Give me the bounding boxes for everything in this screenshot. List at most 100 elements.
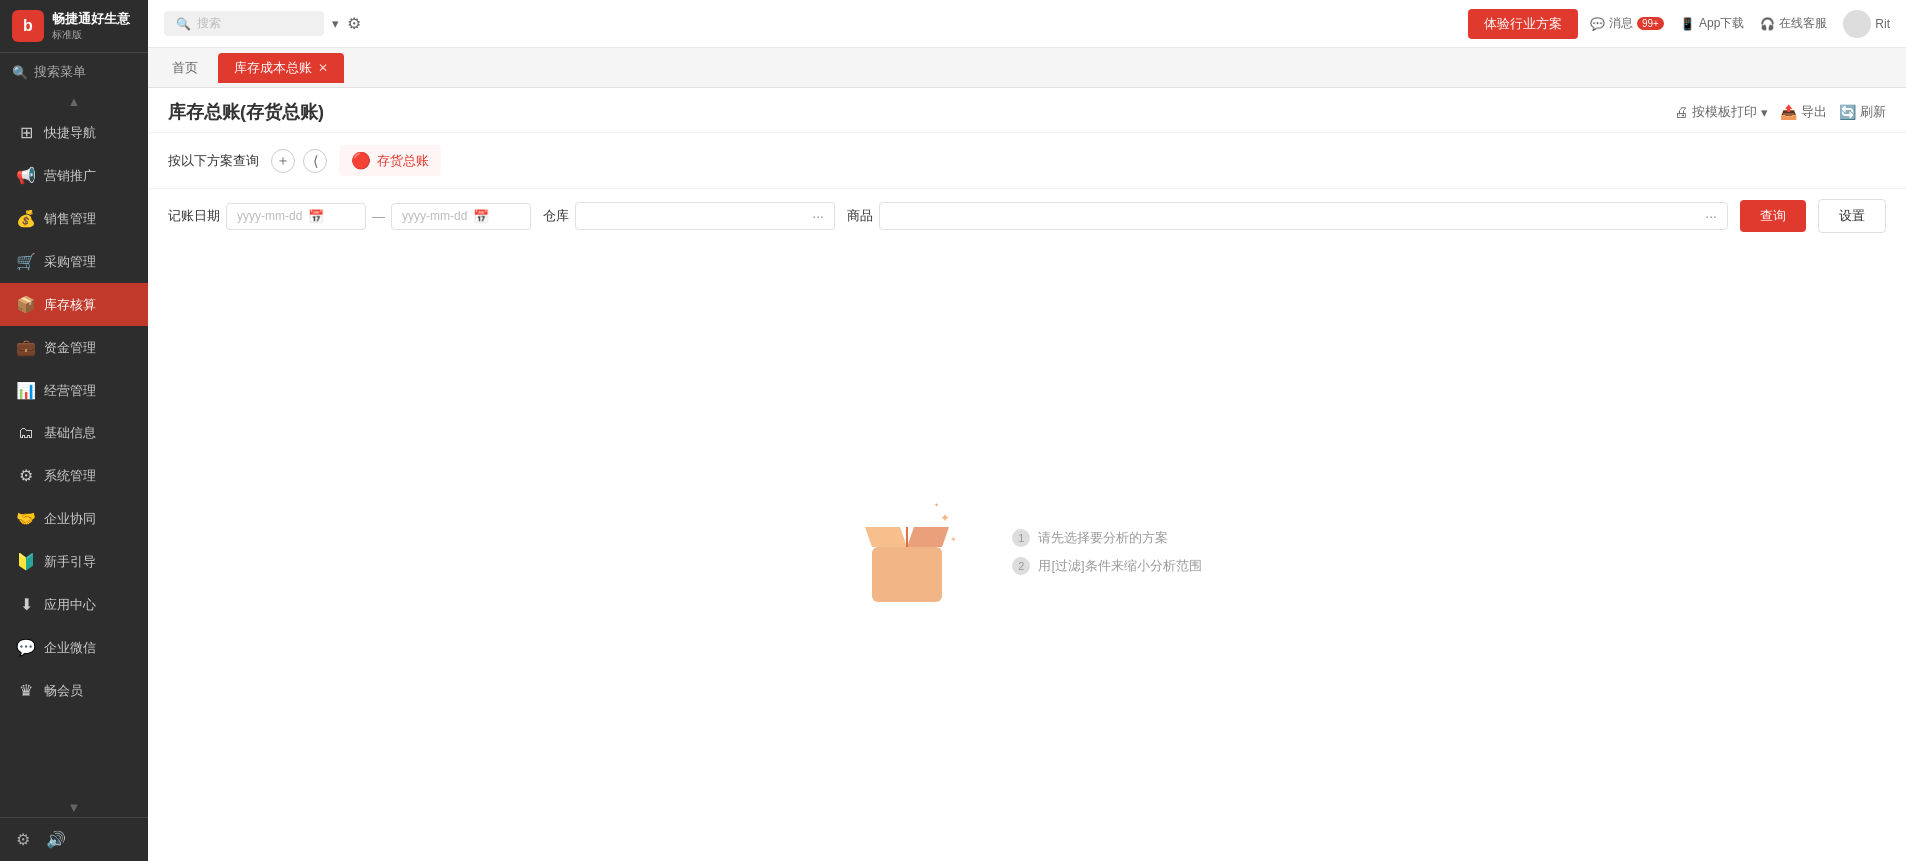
sidebar-search[interactable]: 🔍 搜索菜单: [0, 53, 148, 91]
message-badge: 99+: [1637, 17, 1664, 30]
logo-area: b 畅捷通好生意 标准版: [0, 0, 148, 53]
audio-footer-icon[interactable]: 🔊: [46, 830, 66, 849]
tip-num-1: 1: [1012, 529, 1030, 547]
topbar-dropdown[interactable]: ▾: [332, 16, 339, 31]
sidebar-item-appstore[interactable]: ⬇ 应用中心: [0, 583, 148, 626]
print-icon: 🖨: [1674, 104, 1688, 120]
sidebar-item-guide[interactable]: 🔰 新手引导: [0, 540, 148, 583]
export-btn[interactable]: 📤 导出: [1780, 103, 1827, 121]
search-icon: 🔍: [12, 65, 28, 80]
app-download-btn[interactable]: 📱 App下载: [1680, 15, 1744, 32]
date-end-input[interactable]: yyyy-mm-dd 📅: [391, 203, 531, 230]
page-content: 库存总账(存货总账) 🖨 按模板打印 ▾ 📤 导出 🔄 刷新 按以下方案查: [148, 88, 1906, 861]
sidebar-nav: ⊞ 快捷导航 📢 营销推广 💰 销售管理 🛒 采购管理 📦 库存核算 💼 资金管…: [0, 111, 148, 797]
sidebar-item-inventory[interactable]: 📦 库存核算: [0, 283, 148, 326]
empty-illustration: ✦ ✦ ✦: [852, 492, 972, 612]
sidebar-item-member[interactable]: ♛ 畅会员: [0, 669, 148, 712]
warehouse-input[interactable]: ···: [575, 202, 835, 230]
sidebar-item-quick-nav[interactable]: ⊞ 快捷导航: [0, 111, 148, 154]
inventory-icon: 📦: [16, 295, 36, 314]
purchase-icon: 🛒: [16, 252, 36, 271]
logo-icon: b: [12, 10, 44, 42]
tip-item-1: 1 请先选择要分析的方案: [1012, 529, 1201, 547]
tip-item-2: 2 用[过滤]条件来缩小分析范围: [1012, 557, 1201, 575]
sidebar-footer: ⚙ 🔊: [0, 817, 148, 861]
appstore-icon: ⬇: [16, 595, 36, 614]
refresh-icon: 🔄: [1839, 104, 1856, 120]
date-separator: —: [372, 209, 385, 224]
calendar-end-icon[interactable]: 📅: [473, 209, 489, 224]
topbar-search-box[interactable]: 🔍 搜索: [164, 11, 324, 36]
topbar-right: 💬 消息 99+ 📱 App下载 🎧 在线客服 Rit: [1590, 10, 1890, 38]
sidebar-item-enterprise[interactable]: 🤝 企业协同: [0, 497, 148, 540]
refresh-btn[interactable]: 🔄 刷新: [1839, 103, 1886, 121]
filter-area: 按以下方案查询 ＋ ⟨ 🔴 存货总账: [148, 133, 1906, 189]
sidebar-item-operation[interactable]: 📊 经营管理: [0, 369, 148, 412]
sidebar-item-marketing[interactable]: 📢 营销推广: [0, 154, 148, 197]
message-icon: 💬: [1590, 17, 1605, 31]
industry-btn[interactable]: 体验行业方案: [1468, 9, 1578, 39]
scroll-up-arrow[interactable]: ▲: [0, 91, 148, 111]
tab-home[interactable]: 首页: [156, 53, 214, 83]
sidebar-item-finance[interactable]: 💼 资金管理: [0, 326, 148, 369]
search-icon: 🔍: [176, 17, 191, 31]
user-avatar: [1843, 10, 1871, 38]
date-label: 记账日期: [168, 207, 220, 225]
phone-icon: 📱: [1680, 17, 1695, 31]
date-start-input[interactable]: yyyy-mm-dd 📅: [226, 203, 366, 230]
wechat-icon: 💬: [16, 638, 36, 657]
sidebar-item-system[interactable]: ⚙ 系统管理: [0, 454, 148, 497]
topbar-settings-icon[interactable]: ⚙: [347, 14, 361, 33]
scroll-down-arrow[interactable]: ▼: [0, 797, 148, 817]
empty-tips: 1 请先选择要分析的方案 2 用[过滤]条件来缩小分析范围: [1012, 529, 1201, 575]
operation-icon: 📊: [16, 381, 36, 400]
sidebar: b 畅捷通好生意 标准版 🔍 搜索菜单 ▲ ⊞ 快捷导航 📢 营销推广 💰 销售…: [0, 0, 148, 861]
guide-icon: 🔰: [16, 552, 36, 571]
online-service-btn[interactable]: 🎧 在线客服: [1760, 15, 1827, 32]
system-icon: ⚙: [16, 466, 36, 485]
tabbar: 首页 库存成本总账 ✕: [148, 48, 1906, 88]
goods-field-group: 商品 ···: [847, 202, 1728, 230]
page-header: 库存总账(存货总账) 🖨 按模板打印 ▾ 📤 导出 🔄 刷新: [148, 88, 1906, 133]
sidebar-item-wechat[interactable]: 💬 企业微信: [0, 626, 148, 669]
empty-content: ✦ ✦ ✦ 1 请先选择要分析的方案 2 用[过滤]条件来缩小分析范围: [852, 492, 1201, 612]
chevron-down-icon: ▾: [332, 16, 339, 31]
goods-input[interactable]: ···: [879, 202, 1728, 230]
sidebar-item-purchase[interactable]: 🛒 采购管理: [0, 240, 148, 283]
filter-actions: ＋ ⟨: [271, 149, 327, 173]
headset-icon: 🎧: [1760, 17, 1775, 31]
finance-icon: 💼: [16, 338, 36, 357]
schema-item[interactable]: 🔴 存货总账: [339, 145, 441, 176]
calendar-start-icon[interactable]: 📅: [308, 209, 324, 224]
print-dropdown-icon[interactable]: ▾: [1761, 105, 1768, 120]
marketing-icon: 📢: [16, 166, 36, 185]
user-area[interactable]: Rit: [1843, 10, 1890, 38]
topbar-left: 🔍 搜索 ▾ ⚙: [164, 11, 1456, 36]
svg-text:✦: ✦: [950, 535, 957, 544]
page-title: 库存总账(存货总账): [168, 100, 324, 124]
sidebar-item-basic[interactable]: 🗂 基础信息: [0, 412, 148, 454]
empty-svg: ✦ ✦ ✦: [852, 492, 972, 622]
filter-collapse-btn[interactable]: ⟨: [303, 149, 327, 173]
sidebar-item-sales[interactable]: 💰 销售管理: [0, 197, 148, 240]
settings-button[interactable]: 设置: [1818, 199, 1886, 233]
svg-marker-2: [907, 527, 949, 547]
filter-add-btn[interactable]: ＋: [271, 149, 295, 173]
empty-area: ✦ ✦ ✦ 1 请先选择要分析的方案 2 用[过滤]条件来缩小分析范围: [148, 243, 1906, 861]
warehouse-more-icon[interactable]: ···: [812, 208, 824, 224]
print-btn[interactable]: 🖨 按模板打印 ▾: [1674, 103, 1768, 121]
page-actions: 🖨 按模板打印 ▾ 📤 导出 🔄 刷新: [1674, 103, 1886, 121]
main-content: 🔍 搜索 ▾ ⚙ 体验行业方案 💬 消息 99+ 📱 App下载 🎧 在线客服: [148, 0, 1906, 861]
message-btn[interactable]: 💬 消息 99+: [1590, 15, 1664, 32]
tab-close-icon[interactable]: ✕: [318, 61, 328, 75]
member-icon: ♛: [16, 681, 36, 700]
tab-inventory-cost[interactable]: 库存成本总账 ✕: [218, 53, 344, 83]
topbar: 🔍 搜索 ▾ ⚙ 体验行业方案 💬 消息 99+ 📱 App下载 🎧 在线客服: [148, 0, 1906, 48]
warehouse-label: 仓库: [543, 207, 569, 225]
tip-num-2: 2: [1012, 557, 1030, 575]
filter-label: 按以下方案查询: [168, 152, 259, 170]
schema-icon: 🔴: [351, 151, 371, 170]
search-button[interactable]: 查询: [1740, 200, 1806, 232]
settings-footer-icon[interactable]: ⚙: [16, 830, 30, 849]
goods-more-icon[interactable]: ···: [1705, 208, 1717, 224]
